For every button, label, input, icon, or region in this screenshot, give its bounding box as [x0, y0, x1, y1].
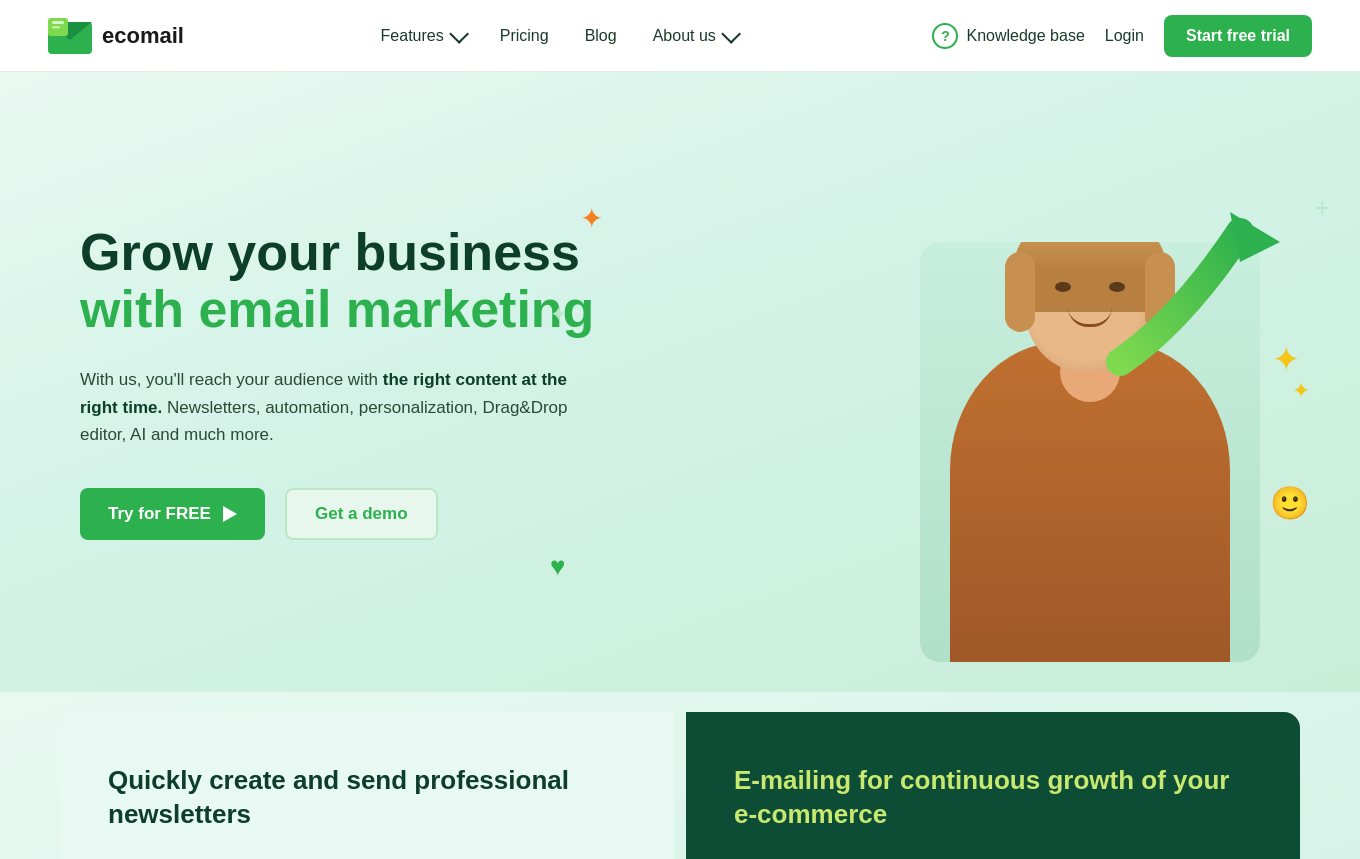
card-ecommerce-title: E-mailing for continuous growth of your … — [734, 764, 1252, 832]
card-newsletters-title: Quickly create and send professional new… — [108, 764, 626, 832]
arrow-decoration — [1100, 202, 1300, 382]
get-demo-button[interactable]: Get a demo — [285, 488, 438, 540]
nav-pricing[interactable]: Pricing — [486, 19, 563, 53]
star-cluster: ✦ ✦ — [1272, 342, 1310, 402]
nav-blog[interactable]: Blog — [571, 19, 631, 53]
plus-icon: + — [1315, 192, 1330, 223]
try-free-button[interactable]: Try for FREE — [80, 488, 265, 540]
star-small-icon: ✦ — [1255, 322, 1270, 344]
logo-text: ecomail — [102, 23, 184, 49]
nav-right: ? Knowledge base Login Start free trial — [932, 15, 1312, 57]
nav-about[interactable]: About us — [639, 19, 750, 53]
start-free-trial-button[interactable]: Start free trial — [1164, 15, 1312, 57]
features-chevron-icon — [449, 23, 469, 43]
smiley-icon: 🙂 — [1270, 484, 1310, 522]
navbar: ecomail Features Pricing Blog About us ?… — [0, 0, 1360, 72]
about-chevron-icon — [721, 23, 741, 43]
nav-links: Features Pricing Blog About us — [367, 19, 750, 53]
hero-content: Grow your business with email marketing … — [80, 164, 660, 600]
star-orange-icon: ✦ — [580, 202, 603, 235]
hero-buttons: Try for FREE Get a demo — [80, 488, 660, 540]
svg-rect-3 — [52, 21, 64, 24]
kb-question-icon: ? — [932, 23, 958, 49]
hero-heading: Grow your business with email marketing — [80, 224, 660, 338]
hero-description: With us, you'll reach your audience with… — [80, 366, 600, 448]
logo[interactable]: ecomail — [48, 18, 184, 54]
hero-image-area: ✦ ✦ ♥ — [660, 102, 1280, 662]
login-link[interactable]: Login — [1105, 27, 1144, 45]
hero-section: Grow your business with email marketing … — [0, 72, 1360, 692]
heart-icon: ♥ — [550, 551, 565, 582]
card-newsletters: Quickly create and send professional new… — [60, 712, 674, 859]
knowledge-base-link[interactable]: ? Knowledge base — [932, 23, 1084, 49]
logo-icon — [48, 18, 92, 54]
cards-section: Quickly create and send professional new… — [0, 692, 1360, 859]
nav-features[interactable]: Features — [367, 19, 478, 53]
svg-rect-4 — [52, 26, 60, 29]
star-green-icon: ✦ — [550, 302, 567, 326]
play-icon — [223, 506, 237, 522]
card-ecommerce: E-mailing for continuous growth of your … — [686, 712, 1300, 859]
